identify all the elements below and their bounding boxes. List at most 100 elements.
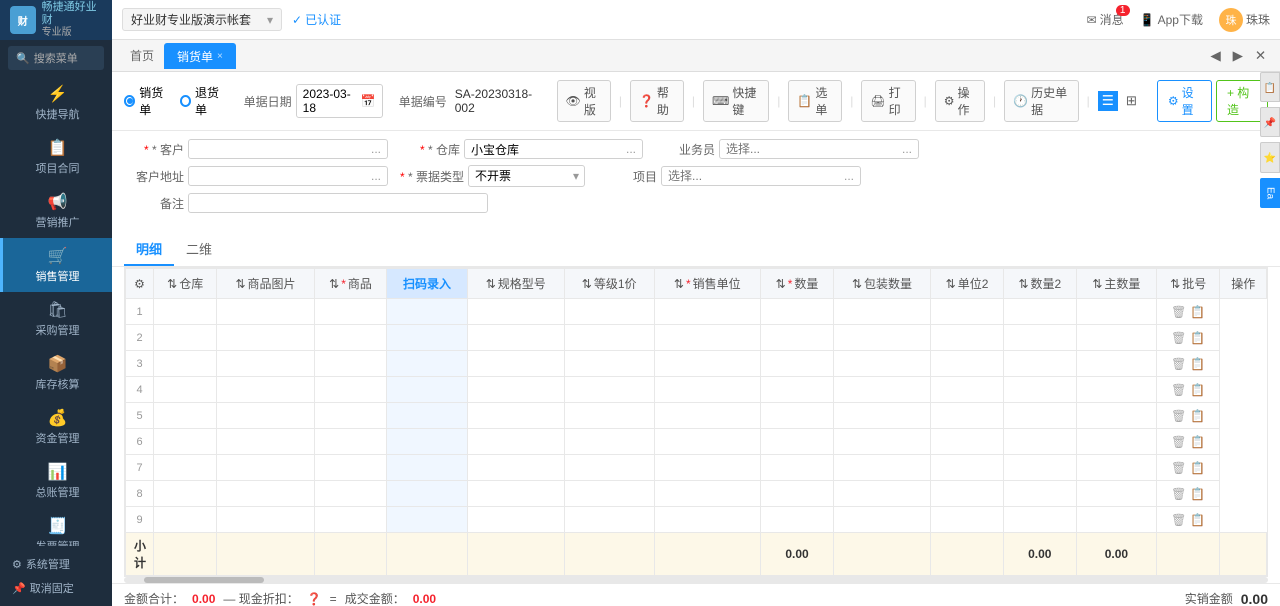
project-text-field[interactable] [668,169,844,183]
radio-sale[interactable]: 销货单 [124,84,172,118]
table-cell[interactable] [314,429,387,455]
shortcut-btn[interactable]: ⌨ 快捷键 [703,80,769,122]
table-cell[interactable] [833,325,930,351]
table-cell[interactable] [467,351,564,377]
delete-icon[interactable]: 🗑 [1171,487,1186,501]
table-cell[interactable] [1076,377,1156,403]
table-cell[interactable] [564,325,654,351]
table-cell[interactable] [154,377,217,403]
table-cell[interactable] [931,455,1004,481]
sidebar-item-invoice[interactable]: 🧾 发票管理 [0,508,112,546]
table-cell[interactable] [833,507,930,533]
table-cell[interactable]: 🗑📋 [1157,507,1220,533]
warehouse-input[interactable]: ... [464,139,643,159]
table-cell[interactable] [931,377,1004,403]
table-cell[interactable] [154,403,217,429]
sidebar-item-sales[interactable]: 🛒 销售管理 [0,238,112,292]
print-btn[interactable]: 🖨 打印 [861,80,915,122]
delete-icon[interactable]: 🗑 [1171,435,1186,449]
staff-text-field[interactable] [726,142,902,156]
sidebar-item-purchase[interactable]: 🛍 采购管理 [0,292,112,346]
table-cell[interactable] [654,325,761,351]
address-input[interactable]: ... [188,166,388,186]
table-cell[interactable]: 🗑📋 [1157,299,1220,325]
app-download-btn[interactable]: 📱 App下载 [1140,11,1203,28]
view-btn[interactable]: 👁 视版 [557,80,611,122]
tab-prev-btn[interactable]: ◀ [1206,46,1224,66]
tab-sales-order[interactable]: 销货单 × [164,43,236,69]
tab-home[interactable]: 首页 [122,43,162,68]
table-cell[interactable] [217,377,314,403]
table-cell[interactable] [217,299,314,325]
table-cell[interactable] [387,325,467,351]
table-cell[interactable] [931,403,1004,429]
operate-btn[interactable]: ⚙ 操作 [935,80,985,122]
table-settings-icon[interactable]: ⚙ [134,277,145,291]
notes-input[interactable] [188,193,488,213]
table-cell[interactable] [387,429,467,455]
horizontal-scrollbar[interactable] [124,577,1268,583]
customer-text-field[interactable] [195,142,371,156]
table-cell[interactable] [761,377,834,403]
table-cell[interactable] [564,377,654,403]
table-cell[interactable] [154,429,217,455]
address-search-icon[interactable]: ... [371,169,381,183]
delete-icon[interactable]: 🗑 [1171,357,1186,371]
table-cell[interactable] [467,325,564,351]
table-cell[interactable] [387,481,467,507]
table-cell[interactable] [833,429,930,455]
table-cell[interactable] [314,481,387,507]
help-discount-icon[interactable]: ❓ [307,592,322,606]
table-cell[interactable] [314,351,387,377]
table-cell[interactable] [833,481,930,507]
table-cell[interactable] [833,299,930,325]
help-btn[interactable]: ❓ 帮助 [630,80,684,122]
company-selector[interactable]: 好业财专业版演示帐套 ▾ [122,8,282,31]
table-cell[interactable] [654,377,761,403]
delete-icon[interactable]: 🗑 [1171,383,1186,397]
table-cell[interactable] [314,507,387,533]
copy-icon[interactable]: 📋 [1190,435,1205,449]
table-cell[interactable] [314,325,387,351]
table-cell[interactable] [314,377,387,403]
th-settings[interactable]: ⚙ [126,269,154,299]
table-cell[interactable] [654,299,761,325]
sidebar-item-inventory[interactable]: 📦 库存核算 [0,346,112,400]
copy-icon[interactable]: 📋 [1190,487,1205,501]
table-cell[interactable] [654,455,761,481]
sidebar-item-finance[interactable]: 💰 资金管理 [0,400,112,454]
table-cell[interactable] [467,455,564,481]
table-cell[interactable] [217,481,314,507]
table-cell[interactable] [154,325,217,351]
table-cell[interactable] [387,455,467,481]
table-cell[interactable] [761,403,834,429]
table-cell[interactable] [217,403,314,429]
table-cell[interactable] [931,507,1004,533]
table-cell[interactable] [154,455,217,481]
table-cell[interactable] [467,429,564,455]
table-cell[interactable] [154,351,217,377]
table-cell[interactable] [467,507,564,533]
table-cell[interactable] [654,403,761,429]
sidebar-item-quicknav[interactable]: ⚡ 快捷导航 [0,76,112,130]
table-cell[interactable] [564,481,654,507]
table-cell[interactable] [387,507,467,533]
table-cell[interactable] [1076,325,1156,351]
search-menu-button[interactable]: 🔍 搜索菜单 [8,46,104,70]
layout-table-btn[interactable]: ☰ [1098,91,1118,111]
table-cell[interactable] [564,455,654,481]
history-btn[interactable]: 🕐 历史单据 [1004,80,1078,122]
address-text-field[interactable] [195,169,371,183]
table-cell[interactable] [217,325,314,351]
customer-search-icon[interactable]: ... [371,142,381,156]
table-cell[interactable] [217,351,314,377]
table-cell[interactable] [1076,455,1156,481]
table-cell[interactable] [1076,481,1156,507]
right-panel-btn-ea[interactable]: Ea [1260,178,1280,208]
staff-search-icon[interactable]: ... [902,142,912,156]
table-cell[interactable] [931,429,1004,455]
table-cell[interactable] [761,351,834,377]
table-cell[interactable] [387,299,467,325]
table-cell[interactable] [1003,299,1076,325]
user-menu[interactable]: 珠 珠珠 [1219,8,1270,32]
